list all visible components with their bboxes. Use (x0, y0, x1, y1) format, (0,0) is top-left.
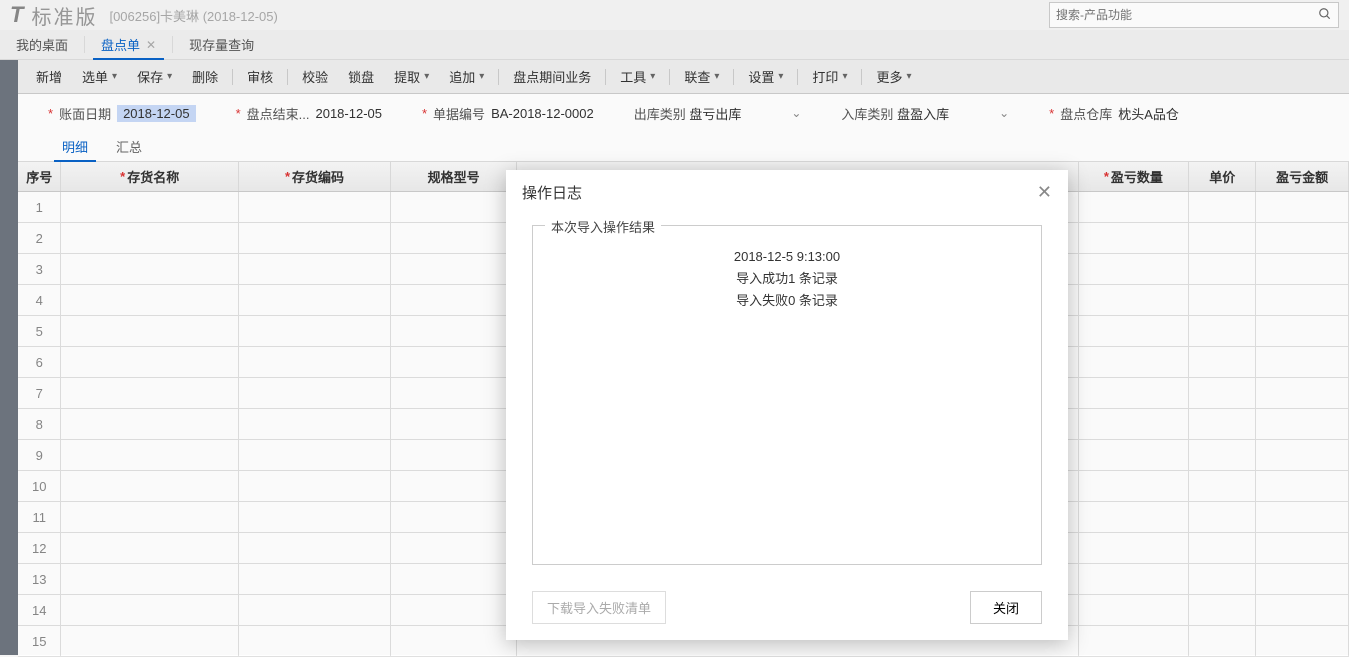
modal-title: 操作日志 (522, 182, 582, 203)
close-button[interactable]: 关闭 (970, 591, 1042, 624)
operation-log-modal: 操作日志 ✕ 本次导入操作结果 2018-12-5 9:13:00 导入成功1 … (506, 170, 1068, 640)
fieldset-legend: 本次导入操作结果 (545, 217, 661, 236)
log-time: 2018-12-5 9:13:00 (549, 246, 1025, 268)
log-success: 导入成功1 条记录 (549, 268, 1025, 290)
modal-title-bar: 操作日志 ✕ (506, 170, 1068, 215)
close-icon[interactable]: ✕ (1037, 182, 1052, 203)
log-content: 2018-12-5 9:13:00 导入成功1 条记录 导入失败0 条记录 (549, 246, 1025, 312)
log-fail: 导入失败0 条记录 (549, 290, 1025, 312)
download-fail-button: 下载导入失败清单 (532, 591, 666, 624)
result-fieldset: 本次导入操作结果 2018-12-5 9:13:00 导入成功1 条记录 导入失… (532, 225, 1042, 565)
